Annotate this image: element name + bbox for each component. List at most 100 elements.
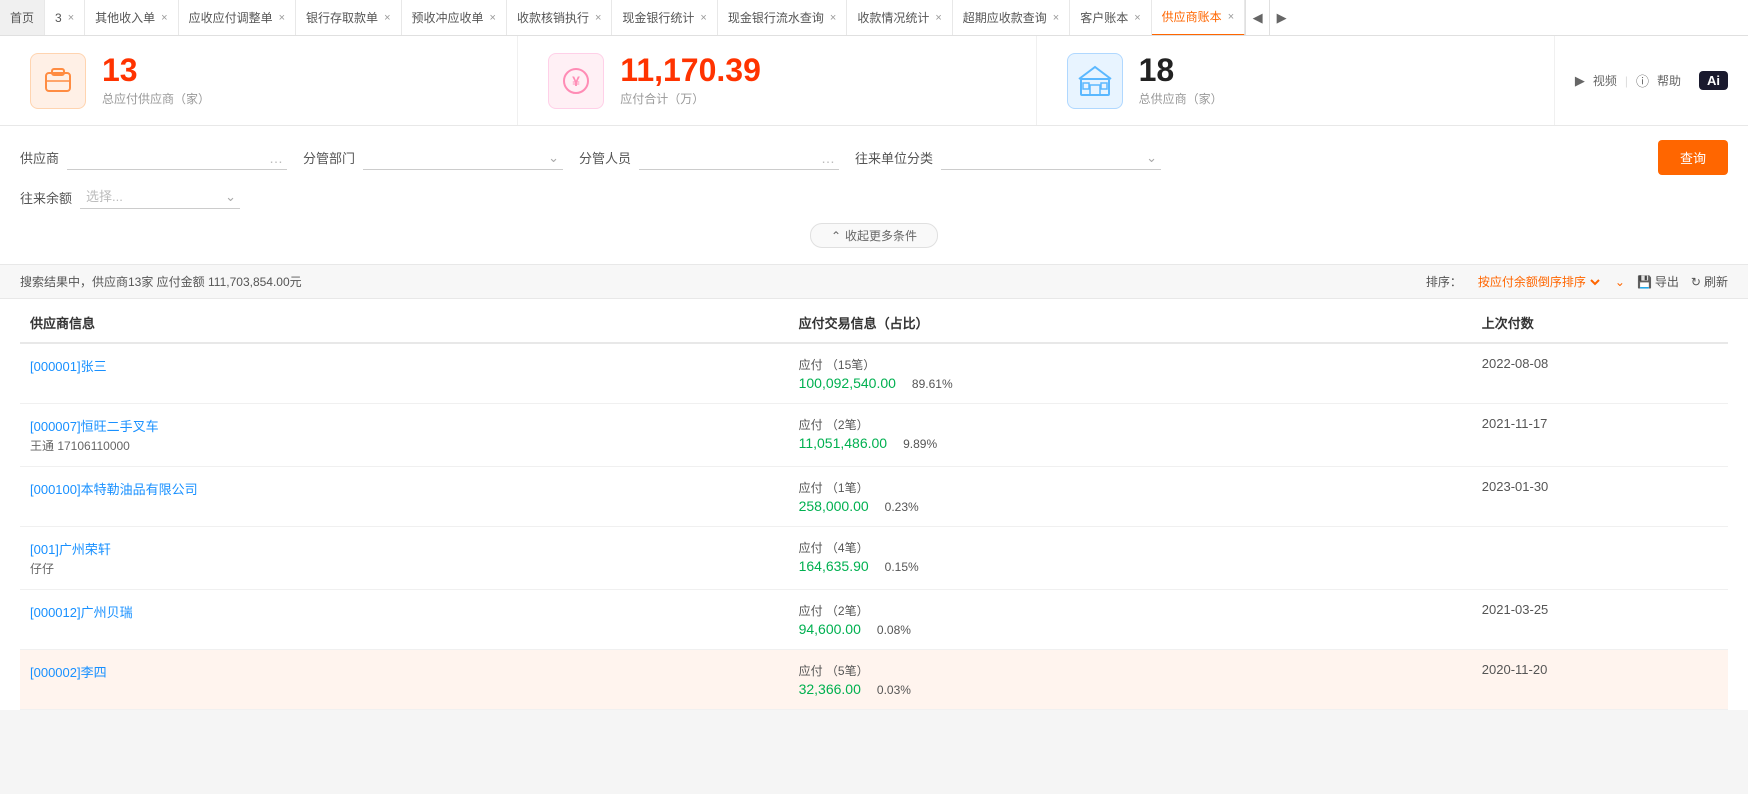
supplier-table: 供应商信息 应付交易信息（占比） 上次付数 [000001]张三应付 （15笔）…: [20, 299, 1728, 710]
filter-balance: 往来余额 选择... ⌄: [20, 185, 240, 209]
pay-amount: 94,600.00: [799, 621, 861, 637]
supplier-link[interactable]: [000002]李四: [30, 665, 107, 680]
payable-amount-number: 11,170.39: [620, 54, 761, 86]
nav-arrow-right[interactable]: ▶: [1269, 0, 1293, 36]
balance-select-wrap: 选择... ⌄: [80, 185, 240, 209]
balance-filter-label: 往来余额: [20, 188, 72, 207]
close-icon[interactable]: ×: [68, 12, 74, 24]
nav-tab-overdue-query-label: 超期应收款查询: [963, 9, 1047, 26]
person-dots-icon[interactable]: …: [821, 150, 835, 166]
nav-tab-adjustment[interactable]: 应收应付调整单 ×: [179, 0, 296, 36]
query-button[interactable]: 查询: [1658, 140, 1728, 175]
payable-suppliers-number: 13: [102, 54, 210, 86]
nav-tab-cash-flow-query[interactable]: 现金银行流水查询 ×: [718, 0, 847, 36]
supplier-filter-label: 供应商: [20, 148, 59, 167]
last-pay-date-cell: 2021-03-25: [1472, 590, 1728, 650]
close-icon[interactable]: ×: [595, 12, 601, 24]
nav-tab-cash-bank-stat[interactable]: 现金银行统计 ×: [612, 0, 717, 36]
filter-unit-class: 往来单位分类 ⌄: [855, 146, 1161, 170]
supplier-input-wrap: …: [67, 146, 287, 170]
pay-info-cell: 应付 （2笔）11,051,486.009.89%: [789, 404, 1472, 467]
close-icon[interactable]: ×: [1228, 11, 1234, 23]
stat-total-suppliers: 18 总供应商（家）: [1037, 36, 1555, 125]
supplier-icon: [30, 53, 86, 109]
unit-class-select-wrap: ⌄: [941, 146, 1161, 170]
video-link[interactable]: 视频: [1593, 72, 1617, 89]
last-pay-date-cell: 2020-11-20: [1472, 650, 1728, 710]
person-filter-label: 分管人员: [579, 148, 631, 167]
last-pay-date-cell: 2021-11-17: [1472, 404, 1728, 467]
sort-label: 排序：: [1426, 273, 1462, 290]
filter-person: 分管人员 …: [579, 146, 839, 170]
close-icon[interactable]: ×: [1134, 12, 1140, 24]
result-bar: 搜索结果中，供应商13家 应付金额 111,703,854.00元 排序： 按应…: [0, 265, 1748, 299]
close-icon[interactable]: ×: [384, 12, 390, 24]
supplier-link[interactable]: [000007]恒旺二手叉车: [30, 419, 159, 434]
last-pay-date-cell: 2022-08-08: [1472, 343, 1728, 404]
pay-percent: 0.15%: [885, 560, 919, 574]
supplier-link[interactable]: [001]广州荣轩: [30, 542, 111, 557]
refresh-icon: ↻: [1691, 275, 1701, 289]
supplier-info-cell: [001]广州荣轩仔仔: [20, 527, 789, 590]
supplier-dots-icon[interactable]: …: [269, 150, 283, 166]
table-row: [000001]张三应付 （15笔）100,092,540.0089.61%20…: [20, 343, 1728, 404]
filter-row-2: 往来余额 选择... ⌄: [20, 185, 1728, 209]
nav-tab-other-income[interactable]: 其他收入单 ×: [85, 0, 178, 36]
close-icon[interactable]: ×: [1053, 12, 1059, 24]
nav-tab-advance-offset[interactable]: 预收冲应收单 ×: [402, 0, 507, 36]
close-icon[interactable]: ×: [935, 12, 941, 24]
pay-count: 应付 （4笔）: [799, 539, 1462, 556]
nav-tab-home[interactable]: 首页: [0, 0, 45, 36]
pay-count: 应付 （5笔）: [799, 662, 1462, 679]
col-pay-info: 应付交易信息（占比）: [789, 299, 1472, 343]
divider: |: [1625, 74, 1628, 88]
nav-tab-overdue-query[interactable]: 超期应收款查询 ×: [953, 0, 1070, 36]
result-actions: 排序： 按应付余额倒序排序 ⌄ 💾 导出 ↻ 刷新: [1426, 273, 1728, 290]
refresh-label: 刷新: [1704, 273, 1728, 290]
nav-tab-collection-stat-label: 收款情况统计: [857, 9, 929, 26]
nav-tab-bank-deposit[interactable]: 银行存取款单 ×: [296, 0, 401, 36]
close-icon[interactable]: ×: [490, 12, 496, 24]
col-last-pay: 上次付数: [1472, 299, 1728, 343]
pay-percent: 0.23%: [885, 500, 919, 514]
close-icon[interactable]: ×: [279, 12, 285, 24]
close-icon[interactable]: ×: [830, 12, 836, 24]
table-body: [000001]张三应付 （15笔）100,092,540.0089.61%20…: [20, 343, 1728, 710]
nav-tab-collection-stat[interactable]: 收款情况统计 ×: [847, 0, 952, 36]
export-icon: 💾: [1637, 275, 1652, 289]
payable-suppliers-label: 总应付供应商（家）: [102, 90, 210, 107]
supplier-link[interactable]: [000012]广州贝瑞: [30, 605, 133, 620]
supplier-input[interactable]: [67, 146, 287, 170]
table-row: [000012]广州贝瑞应付 （2笔）94,600.000.08%2021-03…: [20, 590, 1728, 650]
help-link[interactable]: 帮助: [1657, 72, 1681, 89]
balance-select[interactable]: 选择...: [80, 185, 240, 209]
sort-select[interactable]: 按应付余额倒序排序: [1474, 274, 1603, 290]
nav-arrow-left[interactable]: ◀: [1245, 0, 1269, 36]
collapse-button[interactable]: ⌃ 收起更多条件: [810, 223, 938, 248]
filter-row-1: 供应商 … 分管部门 ⌄ 分管人员 … 往来单位分类 ⌄: [20, 140, 1728, 175]
nav-tab-advance-offset-label: 预收冲应收单: [412, 9, 484, 26]
nav-tab-customer-ledger[interactable]: 客户账本 ×: [1070, 0, 1151, 36]
nav-tab-supplier-ledger[interactable]: 供应商账本 ×: [1152, 0, 1245, 36]
close-icon[interactable]: ×: [161, 12, 167, 24]
department-filter-label: 分管部门: [303, 148, 355, 167]
pay-amount: 11,051,486.00: [799, 435, 888, 451]
export-button[interactable]: 💾 导出: [1637, 273, 1679, 290]
person-input[interactable]: [639, 146, 839, 170]
supplier-link[interactable]: [000001]张三: [30, 359, 107, 374]
pay-amount: 100,092,540.00: [799, 375, 896, 391]
result-info-text: 搜索结果中，供应商13家 应付金额 111,703,854.00元: [20, 273, 302, 290]
pay-percent: 0.03%: [877, 683, 911, 697]
person-input-wrap: …: [639, 146, 839, 170]
stat-payable-amount-text: 11,170.39 应付合计（万）: [620, 54, 761, 107]
supplier-sub-info: 王通 17106110000: [30, 437, 779, 454]
ai-badge[interactable]: Ai: [1699, 71, 1728, 90]
department-input[interactable]: [363, 146, 563, 170]
nav-tab-3[interactable]: 3 ×: [45, 0, 85, 36]
supplier-link[interactable]: [000100]本特勒油品有限公司: [30, 482, 198, 497]
pay-amount: 258,000.00: [799, 498, 869, 514]
nav-tab-collection-exec[interactable]: 收款核销执行 ×: [507, 0, 612, 36]
unit-class-input[interactable]: [941, 146, 1161, 170]
close-icon[interactable]: ×: [700, 12, 706, 24]
refresh-button[interactable]: ↻ 刷新: [1691, 273, 1728, 290]
